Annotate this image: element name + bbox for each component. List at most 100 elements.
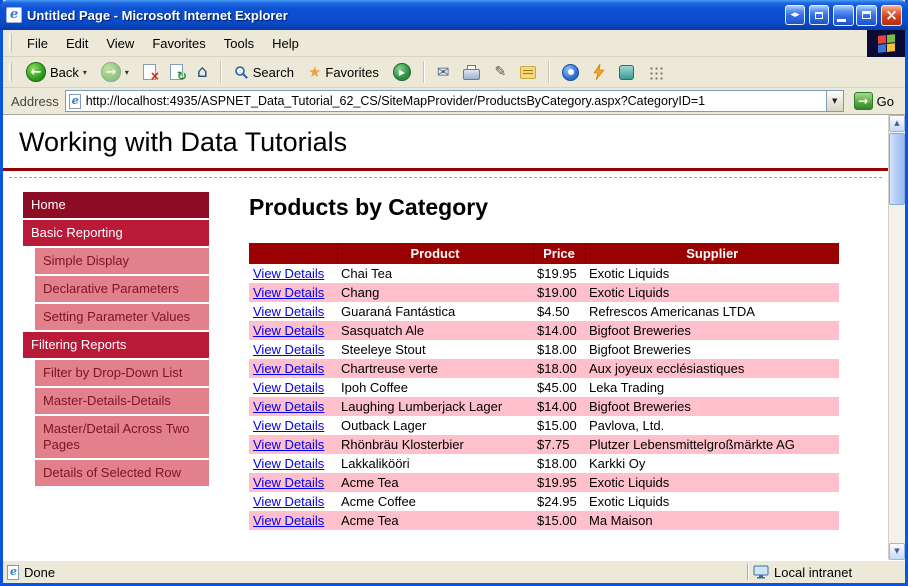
back-button[interactable]: ← Back ▾ xyxy=(20,59,93,85)
scroll-up-button[interactable]: ▲ xyxy=(889,115,905,132)
table-row: View Details Laughing Lumberjack Lager $14… xyxy=(249,397,839,416)
sidebar-item-filtering-reports[interactable]: Filtering Reports xyxy=(23,332,209,358)
view-details-link[interactable]: View Details xyxy=(253,266,324,281)
view-details-link[interactable]: View Details xyxy=(253,513,324,528)
favorites-label: Favorites xyxy=(325,64,379,80)
view-details-link[interactable]: View Details xyxy=(253,323,324,338)
stop-button[interactable]: × xyxy=(137,61,162,83)
sidebar-item-basic-reporting[interactable]: Basic Reporting xyxy=(23,220,209,246)
messenger-icon xyxy=(562,63,580,81)
maximize-button[interactable] xyxy=(856,4,877,26)
forward-dropdown-icon[interactable]: ▾ xyxy=(125,68,129,77)
search-icon xyxy=(234,65,248,79)
vertical-scrollbar[interactable]: ▲ ▼ xyxy=(888,115,905,560)
view-details-link[interactable]: View Details xyxy=(253,456,324,471)
title-extra-button-2[interactable] xyxy=(809,5,829,25)
grid-tool-button[interactable] xyxy=(642,62,669,83)
sidebar-item-home[interactable]: Home xyxy=(23,192,209,218)
title-bar: e Untitled Page - Microsoft Internet Exp… xyxy=(0,0,908,30)
product-cell: Rhönbräu Klosterbier xyxy=(341,437,464,452)
view-details-link[interactable]: View Details xyxy=(253,361,324,376)
menu-tools[interactable]: Tools xyxy=(215,32,263,55)
title-extra-button-1[interactable]: ◂▸ xyxy=(785,5,805,25)
close-icon: × xyxy=(885,5,898,24)
product-cell: Ipoh Coffee xyxy=(341,380,408,395)
supplier-cell: Karkki Oy xyxy=(589,456,646,471)
search-button[interactable]: Search xyxy=(228,62,300,83)
go-button[interactable]: → Go xyxy=(850,90,901,112)
quick-launch-button[interactable] xyxy=(587,61,611,83)
print-button[interactable] xyxy=(457,61,486,83)
close-button[interactable]: × xyxy=(881,4,902,26)
scroll-down-button[interactable]: ▼ xyxy=(889,543,905,560)
go-label: Go xyxy=(876,93,894,109)
scrollbar-track[interactable] xyxy=(889,132,905,543)
sidebar-item-master-detail-across-two-pages[interactable]: Master/Detail Across Two Pages xyxy=(35,416,209,458)
view-details-link[interactable]: View Details xyxy=(253,475,324,490)
menu-view[interactable]: View xyxy=(97,32,143,55)
toolbar-separator xyxy=(548,61,551,83)
menu-favorites[interactable]: Favorites xyxy=(143,32,214,55)
product-cell: Acme Tea xyxy=(341,513,399,528)
discuss-button[interactable] xyxy=(514,63,542,82)
main-content: Products by Category Product Price Supplie… xyxy=(249,192,888,530)
ie-throbber-logo xyxy=(867,29,905,57)
supplier-cell: Exotic Liquids xyxy=(589,266,670,281)
favorites-button[interactable]: ★ Favorites xyxy=(302,60,385,84)
edit-button[interactable]: ✎ xyxy=(488,61,512,83)
product-cell: Chai Tea xyxy=(341,266,393,281)
browser-viewport: Working with Data Tutorials Home Basic Re… xyxy=(3,114,905,560)
toolbar-grip[interactable] xyxy=(9,33,12,53)
address-url[interactable]: http://localhost:4935/ASPNET_Data_Tutori… xyxy=(86,94,826,108)
table-row: View Details Chai Tea $19.95 Exotic Liquids xyxy=(249,264,839,283)
supplier-cell: Plutzer Lebensmittelgroßmärkte AG xyxy=(589,437,795,452)
view-details-link[interactable]: View Details xyxy=(253,304,324,319)
messenger-button[interactable] xyxy=(556,61,585,84)
sidebar-item-details-of-selected-row[interactable]: Details of Selected Row xyxy=(35,460,209,486)
view-details-link[interactable]: View Details xyxy=(253,380,324,395)
address-dropdown-button[interactable]: ▼ xyxy=(825,91,843,111)
menu-file[interactable]: File xyxy=(18,32,57,55)
supplier-cell: Exotic Liquids xyxy=(589,285,670,300)
view-details-link[interactable]: View Details xyxy=(253,342,324,357)
minimize-icon xyxy=(836,18,846,22)
media-button[interactable]: ▶ xyxy=(387,60,417,84)
refresh-button[interactable]: ↻ xyxy=(164,61,189,83)
sidebar-item-simple-display[interactable]: Simple Display xyxy=(35,248,209,274)
site-title: Working with Data Tutorials xyxy=(19,127,348,157)
view-details-link[interactable]: View Details xyxy=(253,285,324,300)
media-icon: ▶ xyxy=(392,63,411,81)
menu-help[interactable]: Help xyxy=(263,32,308,55)
local-intranet-icon xyxy=(753,565,769,579)
table-row: View Details Acme Tea $15.00 Ma Maison xyxy=(249,511,839,530)
sidebar-item-master-details-details[interactable]: Master-Details-Details xyxy=(35,388,209,414)
forward-button[interactable]: → ▾ xyxy=(95,59,135,85)
table-row: View Details Lakkalikööri $18.00 Karkki Oy xyxy=(249,454,839,473)
toolbar-grip[interactable] xyxy=(9,62,12,82)
view-details-link[interactable]: View Details xyxy=(253,399,324,414)
scrollbar-thumb[interactable] xyxy=(889,133,905,205)
sidebar-item-filter-by-drop-down-list[interactable]: Filter by Drop-Down List xyxy=(35,360,209,386)
address-input[interactable]: e http://localhost:4935/ASPNET_Data_Tuto… xyxy=(64,90,844,112)
menu-edit[interactable]: Edit xyxy=(57,32,97,55)
view-details-link[interactable]: View Details xyxy=(253,494,324,509)
table-row: View Details Guaraná Fantástica $4.50 Refre… xyxy=(249,302,839,321)
mail-button[interactable]: ✉ xyxy=(431,60,456,84)
sidebar-item-setting-parameter-values[interactable]: Setting Parameter Values xyxy=(35,304,209,330)
view-details-link[interactable]: View Details xyxy=(253,418,324,433)
research-button[interactable] xyxy=(613,62,640,83)
forward-icon: → xyxy=(100,62,121,82)
lightning-icon xyxy=(593,64,605,80)
table-row: View Details Acme Coffee $24.95 Exotic Liqu… xyxy=(249,492,839,511)
supplier-cell: Leka Trading xyxy=(589,380,665,395)
site-header: Working with Data Tutorials xyxy=(3,115,888,171)
research-icon xyxy=(619,64,635,80)
sidebar-item-declarative-parameters[interactable]: Declarative Parameters xyxy=(35,276,209,302)
status-page-icon: e xyxy=(7,564,19,580)
product-cell: Sasquatch Ale xyxy=(341,323,425,338)
price-cell: $18.00 xyxy=(537,456,577,471)
back-dropdown-icon[interactable]: ▾ xyxy=(83,68,87,77)
minimize-button[interactable] xyxy=(833,4,854,26)
view-details-link[interactable]: View Details xyxy=(253,437,324,452)
home-button[interactable]: ⌂ xyxy=(191,61,214,83)
